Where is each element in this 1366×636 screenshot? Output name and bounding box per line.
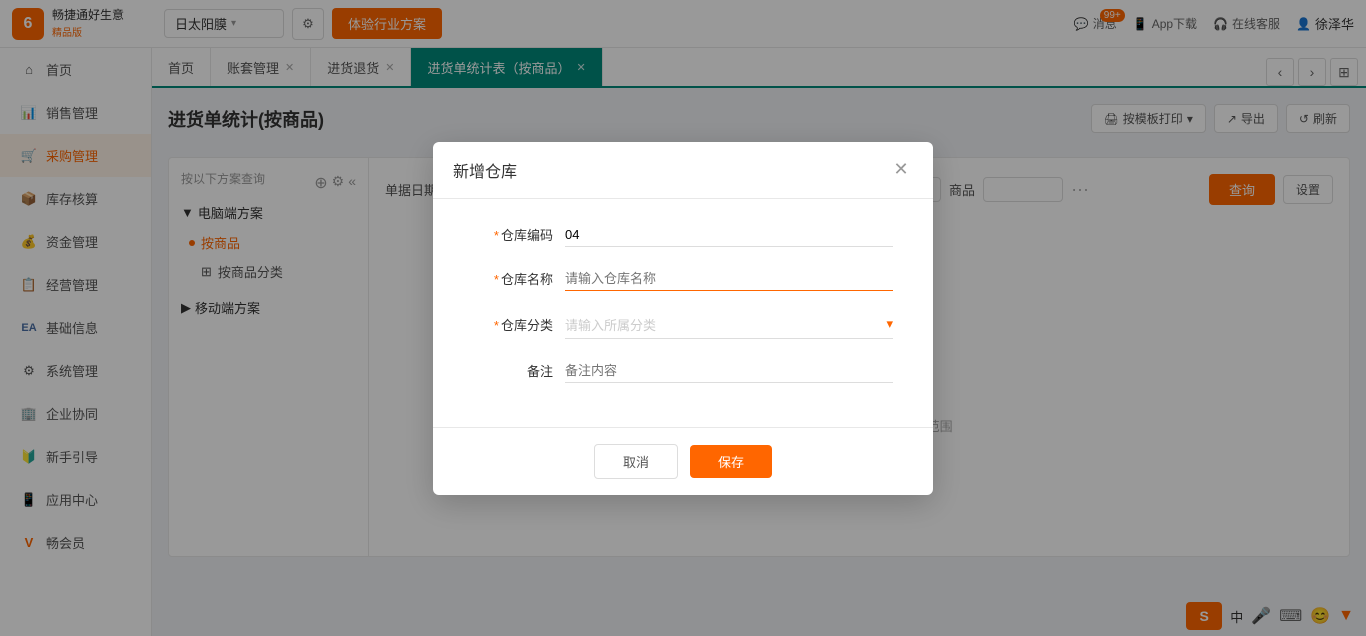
- save-button[interactable]: 保存: [690, 445, 772, 478]
- modal-title: 新增仓库: [453, 158, 517, 182]
- form-row-code: *仓库编码: [473, 223, 893, 247]
- code-label: *仓库编码: [473, 225, 553, 244]
- modal-add-warehouse: 新增仓库 ✕ *仓库编码 *仓库名称 *仓库分类: [433, 142, 933, 495]
- note-label: 备注: [473, 361, 553, 380]
- name-label: *仓库名称: [473, 269, 553, 288]
- modal-body: *仓库编码 *仓库名称 *仓库分类 请输入所属分类 ▾: [433, 199, 933, 427]
- modal-overlay: 新增仓库 ✕ *仓库编码 *仓库名称 *仓库分类: [0, 0, 1366, 636]
- category-label: *仓库分类: [473, 315, 553, 334]
- cancel-button[interactable]: 取消: [594, 444, 678, 479]
- category-select-arrow: ▾: [886, 316, 893, 332]
- modal-close-button[interactable]: ✕: [889, 158, 913, 182]
- modal-header: 新增仓库 ✕: [433, 142, 933, 199]
- form-row-note: 备注: [473, 359, 893, 383]
- note-input[interactable]: [565, 359, 893, 383]
- name-input[interactable]: [565, 267, 893, 291]
- modal-footer: 取消 保存: [433, 427, 933, 495]
- form-row-category: *仓库分类 请输入所属分类 ▾: [473, 311, 893, 339]
- category-select[interactable]: 请输入所属分类 ▾: [565, 311, 893, 339]
- code-input[interactable]: [565, 223, 893, 247]
- form-row-name: *仓库名称: [473, 267, 893, 291]
